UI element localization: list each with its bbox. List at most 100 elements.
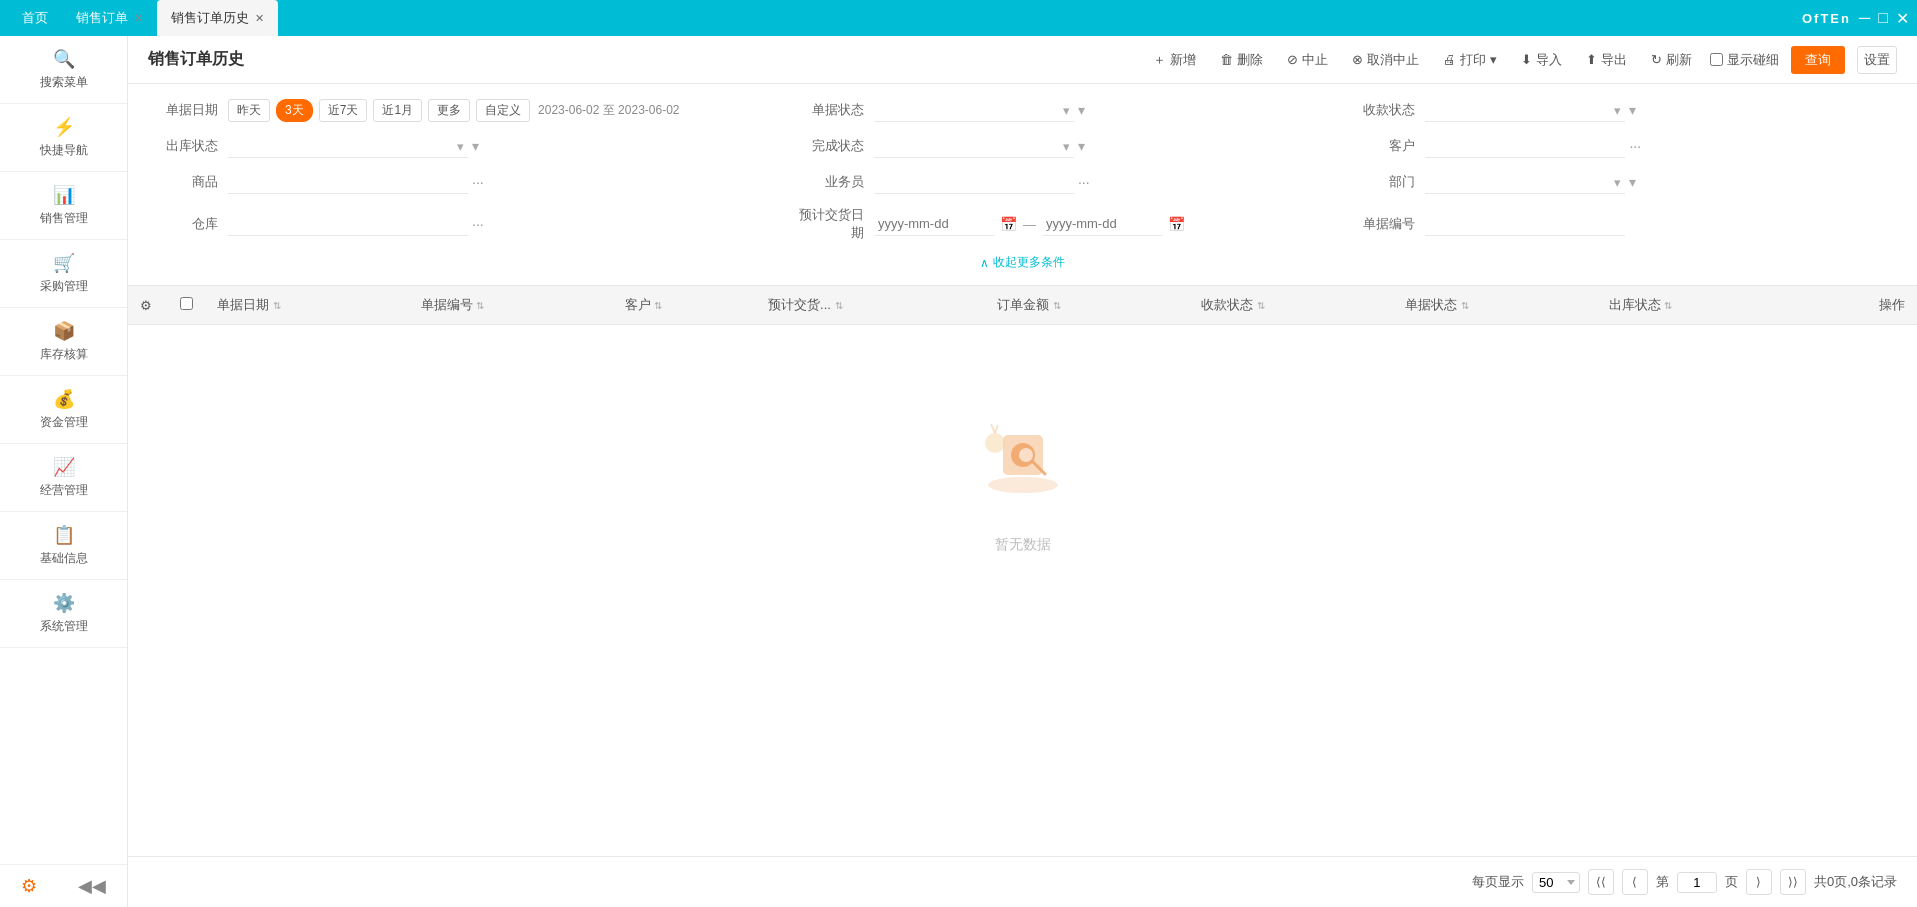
settings-bottom-icon[interactable]: ⚙ bbox=[21, 875, 37, 897]
col-outbound-status[interactable]: 出库状态 ⇅ bbox=[1597, 286, 1801, 325]
department-select-wrapper[interactable] bbox=[1425, 170, 1625, 194]
receipt-status-control: ▾ bbox=[1425, 98, 1897, 122]
completion-status-select[interactable] bbox=[874, 134, 1074, 158]
customer-input[interactable] bbox=[1425, 134, 1625, 158]
completion-status-select-wrapper[interactable] bbox=[874, 134, 1074, 158]
display-col-checkbox-label[interactable]: 显示碰细 bbox=[1710, 51, 1779, 69]
receipt-status-select[interactable] bbox=[1425, 98, 1625, 122]
salesperson-input[interactable] bbox=[874, 170, 1074, 194]
display-col-checkbox[interactable] bbox=[1710, 53, 1723, 66]
receipt-status-select-wrapper[interactable] bbox=[1425, 98, 1625, 122]
collapse-button[interactable]: ∧ 收起更多条件 bbox=[148, 254, 1897, 271]
maximize-btn[interactable]: □ bbox=[1878, 9, 1888, 27]
outbound-status-select-wrapper[interactable] bbox=[228, 134, 468, 158]
refresh-button[interactable]: ↻ 刷新 bbox=[1645, 47, 1698, 73]
delivery-date-start[interactable] bbox=[874, 212, 994, 236]
new-button[interactable]: ＋ 新增 bbox=[1147, 47, 1202, 73]
sidebar-item-search-menu[interactable]: 🔍 搜索菜单 bbox=[0, 36, 127, 104]
next-page-btn[interactable]: ⟩ bbox=[1746, 869, 1772, 895]
order-status-label: 单据状态 bbox=[794, 101, 874, 119]
tab-sales-history[interactable]: 销售订单历史 ✕ bbox=[157, 0, 278, 36]
warehouse-dots-btn[interactable]: ··· bbox=[472, 216, 484, 232]
settings-button[interactable]: 设置 bbox=[1857, 46, 1897, 74]
col-date-label: 单据日期 bbox=[217, 297, 269, 312]
salesperson-dots-btn[interactable]: ··· bbox=[1078, 174, 1090, 190]
page-size-select[interactable]: 10 20 50 100 bbox=[1532, 872, 1580, 893]
col-checkbox[interactable] bbox=[168, 286, 205, 325]
outbound-status-select[interactable] bbox=[228, 134, 468, 158]
sidebar-item-purchase-mgmt[interactable]: 🛒 采购管理 bbox=[0, 240, 127, 308]
date-btn-1month[interactable]: 近1月 bbox=[373, 99, 422, 122]
date-btn-yesterday[interactable]: 昨天 bbox=[228, 99, 270, 122]
col-amount[interactable]: 订单金额 ⇅ bbox=[985, 286, 1189, 325]
date-range-display: 2023-06-02 至 2023-06-02 bbox=[538, 102, 679, 119]
sidebar-item-basic-info[interactable]: 📋 基础信息 bbox=[0, 512, 127, 580]
delivery-date-start-cal-icon[interactable]: 📅 bbox=[1000, 216, 1017, 232]
tab-sales-order-close[interactable]: ✕ bbox=[134, 12, 143, 25]
print-button[interactable]: 🖨 打印 ▾ bbox=[1437, 47, 1503, 73]
tab-sales-history-close[interactable]: ✕ bbox=[255, 12, 264, 25]
warehouse-input[interactable] bbox=[228, 212, 468, 236]
col-order-status[interactable]: 单据状态 ⇅ bbox=[1393, 286, 1597, 325]
minimize-btn[interactable]: ─ bbox=[1859, 9, 1870, 27]
system-icon: ⚙️ bbox=[53, 592, 75, 614]
product-dots-btn[interactable]: ··· bbox=[472, 174, 484, 190]
query-button[interactable]: 查询 bbox=[1791, 46, 1845, 74]
table-settings-icon[interactable]: ⚙ bbox=[140, 298, 152, 313]
col-customer[interactable]: 客户 ⇅ bbox=[613, 286, 756, 325]
sidebar-item-operations[interactable]: 📈 经营管理 bbox=[0, 444, 127, 512]
first-page-btn[interactable]: ⟨⟨ bbox=[1588, 869, 1614, 895]
sidebar-item-system[interactable]: ⚙️ 系统管理 bbox=[0, 580, 127, 648]
order-status-select[interactable] bbox=[874, 98, 1074, 122]
export-button[interactable]: ⬆ 导出 bbox=[1580, 47, 1633, 73]
product-input[interactable] bbox=[228, 170, 468, 194]
date-btn-custom[interactable]: 自定义 bbox=[476, 99, 530, 122]
cancel-stop-button[interactable]: ⊗ 取消中止 bbox=[1346, 47, 1425, 73]
tab-sales-order[interactable]: 销售订单 ✕ bbox=[62, 0, 157, 36]
next-page-icon: ⟩ bbox=[1756, 875, 1761, 889]
svg-line-7 bbox=[991, 424, 995, 433]
sidebar-item-inventory[interactable]: 📦 库存核算 bbox=[0, 308, 127, 376]
prev-page-btn[interactable]: ⟨ bbox=[1622, 869, 1648, 895]
delivery-date-end[interactable] bbox=[1042, 212, 1162, 236]
stop-button[interactable]: ⊘ 中止 bbox=[1281, 47, 1334, 73]
sidebar-item-quick-nav[interactable]: ⚡ 快捷导航 bbox=[0, 104, 127, 172]
page-title: 销售订单历史 bbox=[148, 49, 244, 70]
col-delivery-date-label: 预计交货... bbox=[768, 297, 831, 312]
col-receipt-status[interactable]: 收款状态 ⇅ bbox=[1189, 286, 1393, 325]
department-control: ▾ bbox=[1425, 170, 1897, 194]
audio-bottom-icon[interactable]: ◀◀ bbox=[78, 875, 106, 897]
tab-home[interactable]: 首页 bbox=[8, 0, 62, 36]
sidebar-item-operations-label: 经营管理 bbox=[40, 482, 88, 499]
delete-button[interactable]: 🗑 删除 bbox=[1214, 47, 1269, 73]
department-dropdown-icon: ▾ bbox=[1629, 174, 1636, 190]
col-delivery-date[interactable]: 预计交货... ⇅ bbox=[756, 286, 985, 325]
import-button[interactable]: ⬇ 导入 bbox=[1515, 47, 1568, 73]
col-order-status-label: 单据状态 bbox=[1405, 297, 1457, 312]
customer-dots-btn[interactable]: ··· bbox=[1629, 138, 1641, 154]
tab-sales-order-label: 销售订单 bbox=[76, 9, 128, 27]
date-btn-more[interactable]: 更多 bbox=[428, 99, 470, 122]
delivery-date-end-cal-icon[interactable]: 📅 bbox=[1168, 216, 1185, 232]
col-settings[interactable]: ⚙ bbox=[128, 286, 168, 325]
filter-row-2: 出库状态 ▾ 完成状态 ▾ bbox=[148, 134, 1897, 158]
date-btn-7days[interactable]: 近7天 bbox=[319, 99, 368, 122]
current-page-input[interactable] bbox=[1677, 872, 1717, 893]
sidebar-item-finance[interactable]: 💰 资金管理 bbox=[0, 376, 127, 444]
sidebar-item-sales-mgmt[interactable]: 📊 销售管理 bbox=[0, 172, 127, 240]
col-order-no[interactable]: 单据编号 ⇅ bbox=[409, 286, 613, 325]
salesperson-control: ··· bbox=[874, 170, 1346, 194]
order-no-input[interactable] bbox=[1425, 212, 1625, 236]
order-status-dropdown-icon: ▾ bbox=[1078, 102, 1085, 118]
department-select[interactable] bbox=[1425, 170, 1625, 194]
order-status-select-wrapper[interactable] bbox=[874, 98, 1074, 122]
sidebar-item-search-menu-label: 搜索菜单 bbox=[40, 74, 88, 91]
date-btn-3days[interactable]: 3天 bbox=[276, 99, 313, 122]
select-all-checkbox[interactable] bbox=[180, 297, 193, 310]
close-btn[interactable]: ✕ bbox=[1896, 9, 1909, 28]
search-menu-icon: 🔍 bbox=[53, 48, 75, 70]
col-date[interactable]: 单据日期 ⇅ bbox=[205, 286, 409, 325]
inventory-icon: 📦 bbox=[53, 320, 75, 342]
last-page-btn[interactable]: ⟩⟩ bbox=[1780, 869, 1806, 895]
print-dropdown-icon: ▾ bbox=[1490, 52, 1497, 67]
